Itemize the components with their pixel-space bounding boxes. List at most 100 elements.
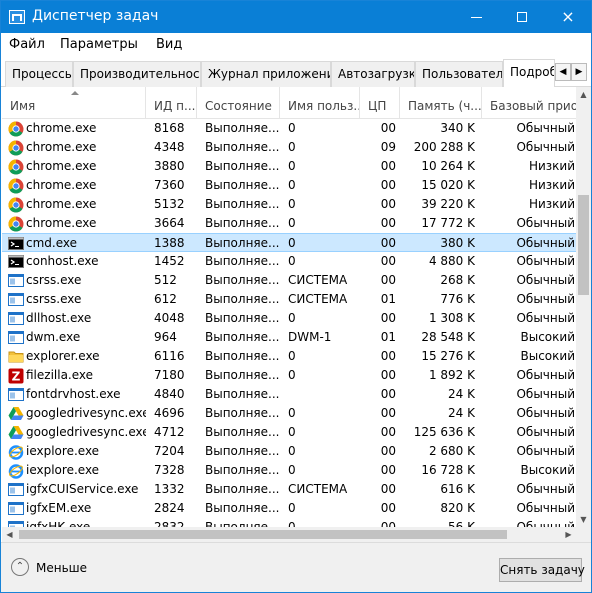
process-cpu: 00 bbox=[380, 159, 396, 173]
scroll-right-icon[interactable]: ▶ bbox=[561, 527, 576, 542]
process-cpu: 00 bbox=[380, 482, 396, 496]
table-row[interactable]: dwm.exe 964 Выполняе... DWM-1 01 28 548 K Высо… bbox=[2, 328, 577, 347]
table-row[interactable]: csrss.exe 512 Выполняе... СИСТЕМА 00 268 K Обы… bbox=[2, 271, 577, 290]
process-table: Имя ИД п... Состояние Имя польз... ЦП Па… bbox=[2, 87, 591, 541]
process-user: 0 bbox=[288, 349, 296, 363]
process-name: googledrivesync.exe bbox=[26, 425, 146, 439]
table-row[interactable]: chrome.exe 8168 Выполняе... 0 00 340 K Обычный bbox=[2, 119, 577, 138]
process-user: DWM-1 bbox=[288, 330, 332, 344]
process-priority: Обычный bbox=[516, 236, 575, 250]
table-row[interactable]: igfxEM.exe 2824 Выполняе... 0 00 820 K Обычный bbox=[2, 499, 577, 518]
process-memory: 16 728 K bbox=[421, 463, 475, 477]
table-row[interactable]: fontdrvhost.exe 4840 Выполняе... 00 24 K Обыч… bbox=[2, 385, 577, 404]
tab-performance[interactable]: Производительность bbox=[73, 61, 201, 87]
tab-scroll-left-icon[interactable]: ◀ bbox=[555, 63, 571, 81]
tab-startup[interactable]: Автозагрузка bbox=[331, 61, 415, 87]
table-row[interactable]: chrome.exe 7360 Выполняе... 0 00 15 020 K Низк… bbox=[2, 176, 577, 195]
vertical-scrollbar[interactable]: ▲ ▼ bbox=[576, 87, 591, 527]
process-name: conhost.exe bbox=[26, 254, 99, 268]
process-name: csrss.exe bbox=[26, 292, 82, 306]
process-cpu: 00 bbox=[380, 311, 396, 325]
process-memory: 24 K bbox=[448, 387, 475, 401]
table-row[interactable]: explorer.exe 6116 Выполняе... 0 00 15 276 K Вы… bbox=[2, 347, 577, 366]
column-header-pid[interactable]: ИД п... bbox=[146, 87, 197, 119]
process-cpu: 01 bbox=[380, 330, 396, 344]
window-icon bbox=[8, 387, 24, 402]
process-pid: 7180 bbox=[154, 368, 185, 382]
minimize-button[interactable] bbox=[453, 1, 499, 33]
process-pid: 8168 bbox=[154, 121, 185, 135]
table-row[interactable]: googledrivesync.exe 4712 Выполняе... 0 00 125… bbox=[2, 423, 577, 442]
scroll-down-icon[interactable]: ▼ bbox=[576, 512, 591, 527]
process-priority: Обычный bbox=[516, 368, 575, 382]
process-user: 0 bbox=[288, 501, 296, 515]
table-row[interactable]: cmd.exe 1388 Выполняе... 0 00 380 K Обычный bbox=[2, 233, 577, 252]
tab-processes[interactable]: Процессы bbox=[5, 61, 73, 87]
maximize-icon bbox=[517, 12, 527, 22]
process-pid: 4348 bbox=[154, 140, 185, 154]
process-state: Выполняе... bbox=[205, 349, 280, 363]
column-header-cpu[interactable]: ЦП bbox=[360, 87, 400, 119]
scroll-up-icon[interactable]: ▲ bbox=[576, 87, 591, 102]
process-memory: 340 K bbox=[440, 121, 475, 135]
table-row[interactable]: chrome.exe 3880 Выполняе... 0 00 10 264 K Низк… bbox=[2, 157, 577, 176]
column-header-user[interactable]: Имя польз... bbox=[280, 87, 360, 119]
tab-details[interactable]: Подробности bbox=[503, 59, 555, 87]
process-user: 0 bbox=[288, 178, 296, 192]
table-row[interactable]: iexplore.exe 7204 Выполняе... 0 00 2 680 K Обы… bbox=[2, 442, 577, 461]
table-row[interactable]: igfxCUIService.exe 1332 Выполняе... СИСТЕМА… bbox=[2, 480, 577, 499]
process-memory: 1 892 K bbox=[428, 368, 475, 382]
table-row[interactable]: conhost.exe 1452 Выполняе... 0 00 4 880 K Обыч… bbox=[2, 252, 577, 271]
tab-app-history[interactable]: Журнал приложений bbox=[201, 61, 331, 87]
process-state: Выполняе... bbox=[205, 292, 280, 306]
menu-file[interactable]: Файл bbox=[9, 37, 45, 52]
column-header-memory[interactable]: Память (ч... bbox=[400, 87, 482, 119]
table-row[interactable]: chrome.exe 5132 Выполняе... 0 00 39 220 K Низк… bbox=[2, 195, 577, 214]
footer-bar: ⌃ Меньше Снять задачу bbox=[1, 542, 591, 592]
process-pid: 6116 bbox=[154, 349, 185, 363]
end-task-button[interactable]: Снять задачу bbox=[499, 558, 585, 582]
table-body: chrome.exe 8168 Выполняе... 0 00 340 K Обычный… bbox=[2, 119, 577, 541]
table-row[interactable]: dllhost.exe 4048 Выполняе... 0 00 1 308 K Обыч… bbox=[2, 309, 577, 328]
table-row[interactable]: chrome.exe 4348 Выполняе... 0 09 200 288 K Обы… bbox=[2, 138, 577, 157]
menu-options[interactable]: Параметры bbox=[60, 37, 138, 52]
process-priority: Обычный bbox=[516, 273, 575, 287]
process-pid: 1332 bbox=[154, 482, 185, 496]
minimize-icon bbox=[470, 16, 482, 18]
horizontal-scroll-thumb[interactable] bbox=[19, 530, 507, 539]
table-row[interactable]: iexplore.exe 7328 Выполняе... 0 00 16 728 K Вы… bbox=[2, 461, 577, 480]
fewer-details-icon[interactable]: ⌃ bbox=[11, 558, 29, 576]
process-priority: Обычный bbox=[516, 254, 575, 268]
window-title: Диспетчер задач bbox=[32, 8, 159, 24]
column-header-base-priority[interactable]: Базовый приор bbox=[482, 87, 577, 119]
tab-scroll-right-icon[interactable]: ▶ bbox=[571, 63, 587, 81]
table-row[interactable]: chrome.exe 3664 Выполняе... 0 00 17 772 K Обыч… bbox=[2, 214, 577, 233]
column-header-state[interactable]: Состояние bbox=[197, 87, 280, 119]
close-button[interactable]: × bbox=[545, 1, 591, 33]
table-row[interactable]: googledrivesync.exe 4696 Выполняе... 0 00 24 … bbox=[2, 404, 577, 423]
horizontal-scrollbar[interactable]: ◀ ▶ bbox=[2, 527, 576, 542]
process-user: 0 bbox=[288, 311, 296, 325]
process-pid: 612 bbox=[154, 292, 177, 306]
tab-users[interactable]: Пользователи bbox=[415, 61, 503, 87]
process-priority: Обычный bbox=[516, 444, 575, 458]
process-cpu: 00 bbox=[380, 406, 396, 420]
title-bar[interactable]: Диспетчер задач × bbox=[1, 1, 591, 33]
process-cpu: 00 bbox=[380, 444, 396, 458]
vertical-scroll-thumb[interactable] bbox=[578, 195, 589, 295]
maximize-button[interactable] bbox=[499, 1, 545, 33]
scroll-left-icon[interactable]: ◀ bbox=[2, 527, 17, 542]
ie-icon bbox=[8, 444, 24, 460]
menu-view[interactable]: Вид bbox=[156, 37, 182, 52]
process-user: 0 bbox=[288, 121, 296, 135]
table-row[interactable]: Zfilezilla.exe 7180 Выполняе... 0 00 1 892 KО… bbox=[2, 366, 577, 385]
table-header: Имя ИД п... Состояние Имя польз... ЦП Па… bbox=[2, 87, 577, 119]
process-state: Выполняе... bbox=[205, 159, 280, 173]
process-memory: 268 K bbox=[440, 273, 475, 287]
process-memory: 125 636 K bbox=[413, 425, 475, 439]
process-user: 0 bbox=[288, 216, 296, 230]
process-cpu: 00 bbox=[380, 368, 396, 382]
fewer-details-link[interactable]: Меньше bbox=[36, 561, 87, 575]
process-name: iexplore.exe bbox=[26, 444, 100, 458]
table-row[interactable]: csrss.exe 612 Выполняе... СИСТЕМА 01 776 K Обы… bbox=[2, 290, 577, 309]
